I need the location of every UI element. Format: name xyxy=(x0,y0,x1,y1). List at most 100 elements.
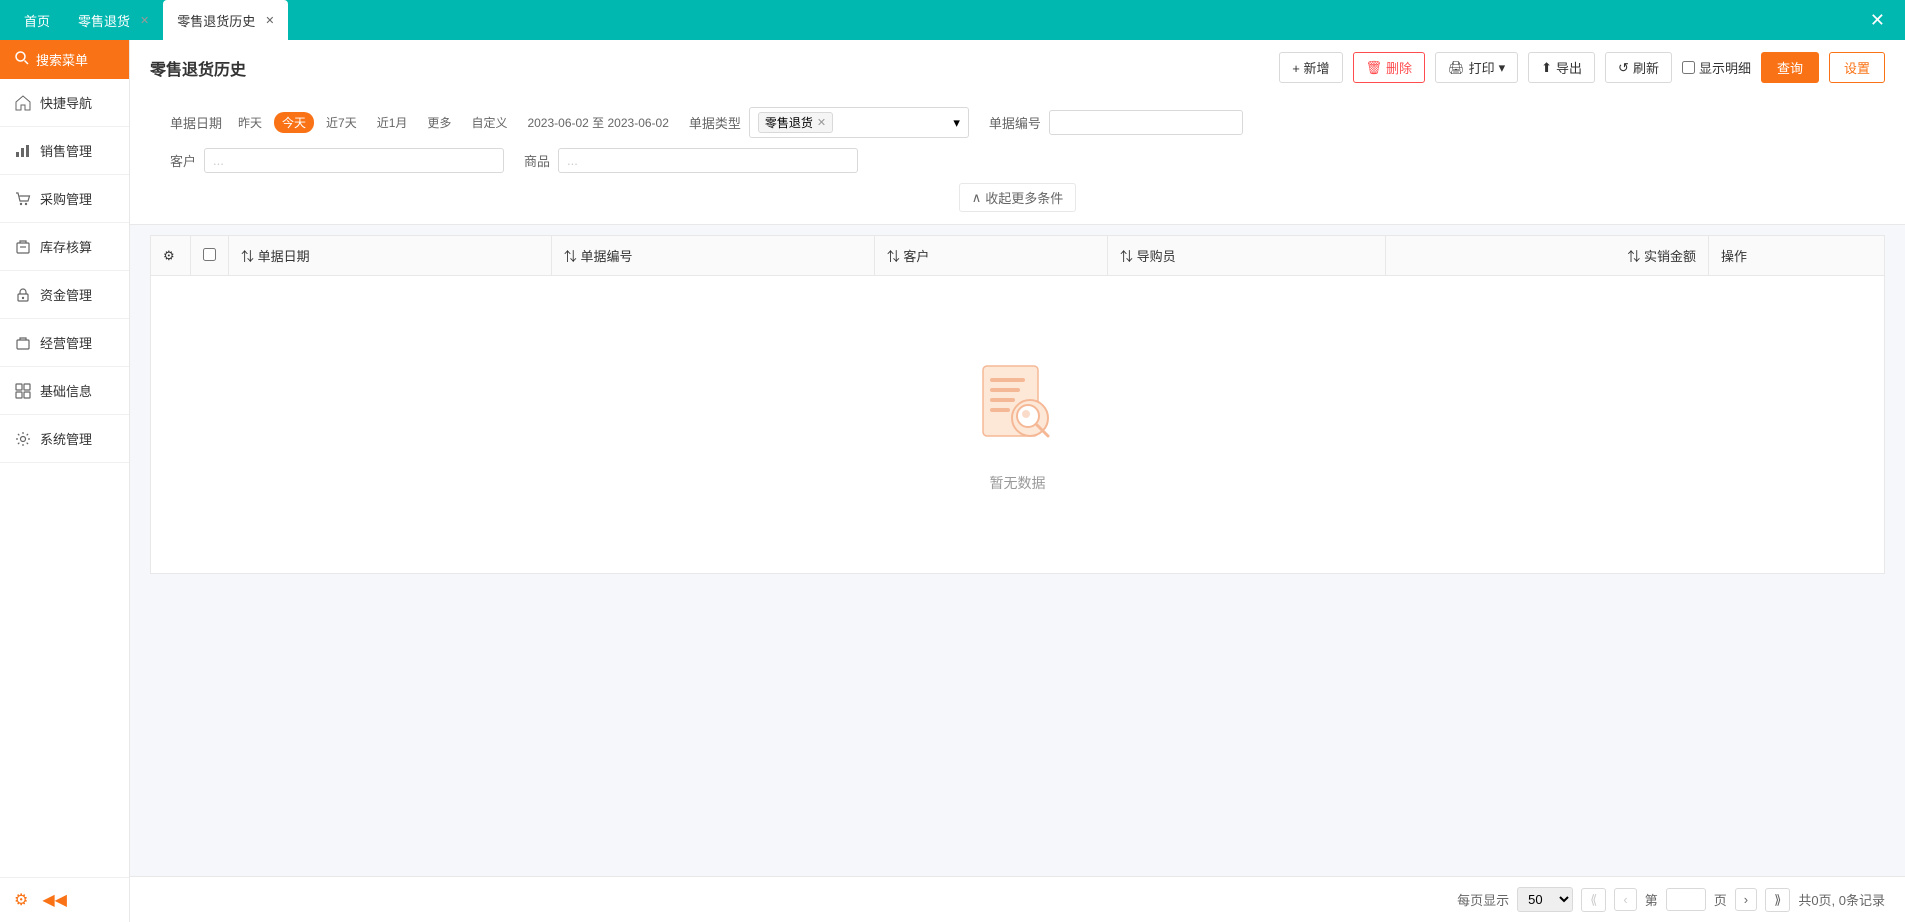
search-menu-label: 搜索菜单 xyxy=(36,50,88,69)
th-actions-label: 操作 xyxy=(1721,249,1747,264)
date-btn-1month[interactable]: 近1月 xyxy=(369,112,416,133)
delete-label: 删除 xyxy=(1386,58,1412,77)
date-shortcuts: 昨天 今天 近7天 近1月 更多 自定义 xyxy=(230,112,515,133)
tab-home-label: 首页 xyxy=(24,11,50,30)
sidebar-item-quick-nav-label: 快捷导航 xyxy=(40,93,92,112)
doc-type-filter: 单据类型 零售退货 ✕ ▾ xyxy=(689,107,969,138)
th-customer[interactable]: ⇅ 客户 xyxy=(874,236,1107,276)
page-number-input[interactable]: 1 xyxy=(1666,888,1706,911)
settings-button[interactable]: 设置 xyxy=(1829,52,1885,83)
select-all-checkbox[interactable] xyxy=(203,248,216,261)
search-icon xyxy=(14,50,30,69)
collapse-row: ∧ 收起更多条件 xyxy=(170,183,1865,212)
th-guide-label: ⇅ 导购员 xyxy=(1120,249,1176,264)
customer-placeholder: ... xyxy=(213,153,224,168)
sidebar-item-purchase-mgmt[interactable]: 采购管理 xyxy=(0,175,129,223)
layout: 搜索菜单 快捷导航 销售管理 采购管理 库存核算 xyxy=(0,40,1905,922)
page-next-btn[interactable]: › xyxy=(1735,888,1757,911)
gear-icon xyxy=(14,430,32,448)
customer-select[interactable]: ... xyxy=(204,148,504,173)
date-range-text: 2023-06-02 至 2023-06-02 xyxy=(527,114,668,131)
th-settings[interactable]: ⚙ xyxy=(151,236,191,276)
date-btn-yesterday[interactable]: 昨天 xyxy=(230,112,270,133)
tab-home[interactable]: 首页 xyxy=(10,0,64,40)
tab-retail-return-history[interactable]: 零售退货历史 ✕ xyxy=(163,0,288,40)
page-unit: 页 xyxy=(1714,890,1727,909)
show-detail-checkbox[interactable]: 显示明细 xyxy=(1682,58,1751,77)
pagination-bar: 每页显示 20 50 100 ⟪ ‹ 第 1 页 › ⟫ 共0页, 0条记录 xyxy=(130,876,1905,922)
sidebar: 搜索菜单 快捷导航 销售管理 采购管理 库存核算 xyxy=(0,40,130,922)
add-button[interactable]: + 新增 xyxy=(1279,52,1342,83)
th-amount-label: ⇅ 实销金额 xyxy=(1627,249,1696,264)
print-dropdown-icon: ▾ xyxy=(1499,60,1506,76)
doc-type-label: 单据类型 xyxy=(689,113,741,132)
export-button[interactable]: ⬆ 导出 xyxy=(1528,52,1595,83)
sidebar-item-operations[interactable]: 经营管理 xyxy=(0,319,129,367)
sidebar-item-system-mgmt-label: 系统管理 xyxy=(40,429,92,448)
refresh-button[interactable]: ↺ 刷新 xyxy=(1605,52,1672,83)
sidebar-item-quick-nav[interactable]: 快捷导航 xyxy=(0,79,129,127)
doc-type-tag: 零售退货 ✕ xyxy=(758,112,833,133)
search-menu[interactable]: 搜索菜单 xyxy=(0,40,129,79)
th-guide[interactable]: ⇅ 导购员 xyxy=(1108,236,1386,276)
page-prev-btn[interactable]: ‹ xyxy=(1614,888,1636,911)
per-page-select[interactable]: 20 50 100 xyxy=(1517,887,1573,912)
delete-button[interactable]: 🗑 删除 xyxy=(1353,52,1426,83)
page-title-row: 零售退货历史 + 新增 🗑 删除 🖨 打印 ▾ ⬆ 导出 xyxy=(150,52,1885,83)
table-area: ⚙ ⇅ 单据日期 ⇅ 单据编号 ⇅ 客户 xyxy=(130,225,1905,876)
th-doc-number-label: ⇅ 单据编号 xyxy=(564,249,633,264)
sidebar-item-system-mgmt[interactable]: 系统管理 xyxy=(0,415,129,463)
print-button[interactable]: 🖨 打印 ▾ xyxy=(1435,52,1518,83)
goods-select[interactable]: ... xyxy=(558,148,858,173)
tab-list: 首页 零售退货 ✕ 零售退货历史 ✕ xyxy=(10,0,1860,40)
page-first-btn[interactable]: ⟪ xyxy=(1581,888,1606,912)
lock-icon xyxy=(14,286,32,304)
date-btn-more[interactable]: 更多 xyxy=(419,112,459,133)
sidebar-item-finance[interactable]: 资金管理 xyxy=(0,271,129,319)
doc-number-filter: 单据编号 xyxy=(989,110,1243,135)
date-btn-today[interactable]: 今天 xyxy=(274,112,314,133)
collapse-label: 收起更多条件 xyxy=(985,188,1063,207)
goods-placeholder: ... xyxy=(567,153,578,168)
volume-icon[interactable]: ◀◀ xyxy=(42,890,67,910)
date-filter: 单据日期 昨天 今天 近7天 近1月 更多 自定义 2023-06-02 至 2… xyxy=(170,112,669,133)
filter-row-2: 客户 ... 商品 ... xyxy=(170,148,1865,173)
sidebar-item-sales-mgmt[interactable]: 销售管理 xyxy=(0,127,129,175)
th-check[interactable] xyxy=(191,236,229,276)
table-settings-icon[interactable]: ⚙ xyxy=(163,248,175,263)
tab-retail-return-close[interactable]: ✕ xyxy=(140,14,149,27)
page-title: 零售退货历史 xyxy=(150,56,246,80)
doc-type-tag-close[interactable]: ✕ xyxy=(817,116,826,129)
date-filter-label: 单据日期 xyxy=(170,113,222,132)
th-amount[interactable]: ⇅ 实销金额 xyxy=(1386,236,1709,276)
tab-retail-return[interactable]: 零售退货 ✕ xyxy=(64,0,163,40)
customer-filter: 客户 ... xyxy=(170,148,504,173)
date-btn-7days[interactable]: 近7天 xyxy=(318,112,365,133)
query-button[interactable]: 查询 xyxy=(1761,52,1819,83)
filter-row-1: 单据日期 昨天 今天 近7天 近1月 更多 自定义 2023-06-02 至 2… xyxy=(170,107,1865,138)
empty-state: 暂无数据 xyxy=(151,276,1884,573)
tab-retail-return-label: 零售退货 xyxy=(78,11,130,30)
filter-area: 单据日期 昨天 今天 近7天 近1月 更多 自定义 2023-06-02 至 2… xyxy=(150,95,1885,224)
tab-retail-return-history-label: 零售退货历史 xyxy=(177,11,255,30)
doc-number-input[interactable] xyxy=(1049,110,1243,135)
home-icon xyxy=(14,94,32,112)
delete-icon: 🗑 xyxy=(1366,60,1383,76)
sidebar-item-inventory[interactable]: 库存核算 xyxy=(0,223,129,271)
empty-text: 暂无数据 xyxy=(990,473,1046,493)
sidebar-item-basic-info[interactable]: 基础信息 xyxy=(0,367,129,415)
tab-retail-return-history-close[interactable]: ✕ xyxy=(265,14,274,27)
page-last-btn[interactable]: ⟫ xyxy=(1765,888,1790,912)
window-close-btn[interactable]: ✕ xyxy=(1860,10,1895,31)
sidebar-bottom: ⚙ ◀◀ xyxy=(0,877,129,922)
th-doc-date[interactable]: ⇅ 单据日期 xyxy=(229,236,552,276)
date-btn-custom[interactable]: 自定义 xyxy=(463,112,515,133)
sidebar-item-basic-info-label: 基础信息 xyxy=(40,381,92,400)
show-detail-label: 显示明细 xyxy=(1699,58,1751,77)
collapse-button[interactable]: ∧ 收起更多条件 xyxy=(959,183,1077,212)
th-doc-number[interactable]: ⇅ 单据编号 xyxy=(551,236,874,276)
settings-bottom-icon[interactable]: ⚙ xyxy=(14,890,28,910)
sidebar-item-operations-label: 经营管理 xyxy=(40,333,92,352)
show-detail-input[interactable] xyxy=(1682,61,1695,74)
doc-type-select[interactable]: 零售退货 ✕ ▾ xyxy=(749,107,969,138)
